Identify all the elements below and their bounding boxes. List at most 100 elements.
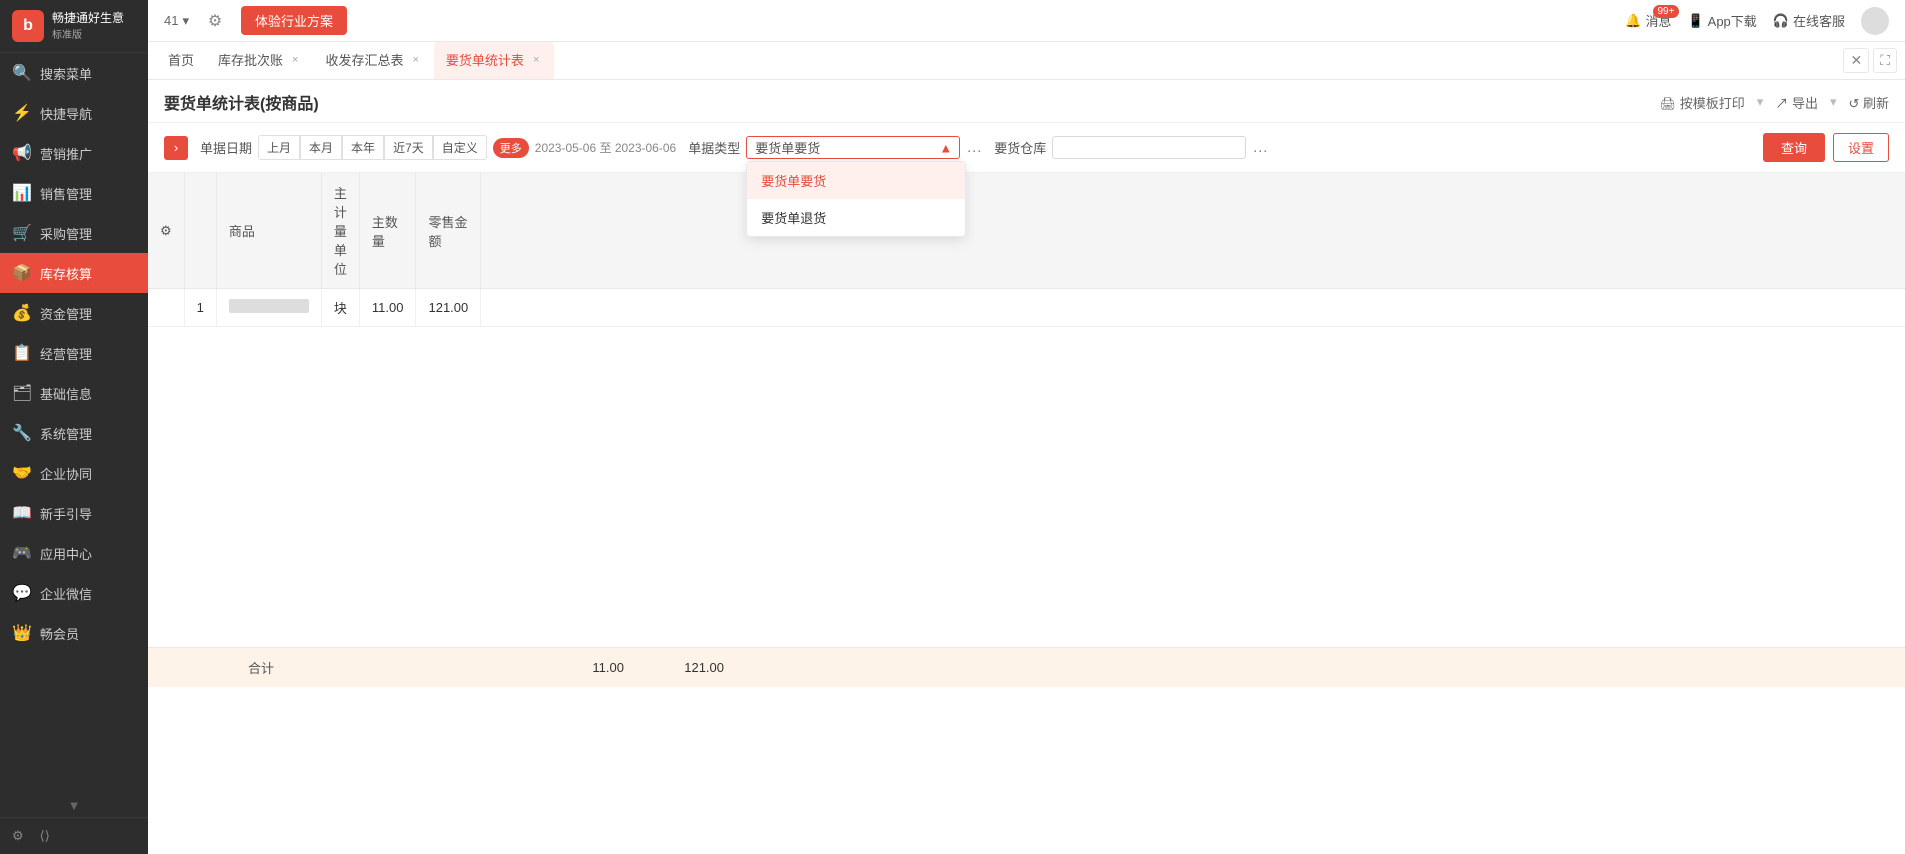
basic-icon: 🗂 — [12, 383, 32, 403]
date-filter-group: 单据日期 上月本月本年近7天自定义 更多 2023-05-06 至 2023-0… — [200, 135, 676, 160]
sidebar-item-appstore[interactable]: 🎮应用中心 — [0, 533, 148, 573]
sidebar-nav: 🔍搜索菜单 ⚡ 快捷导航 📢营销推广📊销售管理🛒采购管理 📦 库存核算 💰 资金管理 📋 经营管理… — [0, 53, 148, 794]
filter-settings-button[interactable]: 设置 — [1833, 133, 1889, 162]
doc-type-input[interactable] — [746, 136, 960, 159]
page-title-actions: 🖨 按模板打印▾↗ 导出▾↺ 刷新 — [1660, 93, 1889, 112]
enterprise-icon: 🤝 — [12, 463, 32, 483]
table-area: ⚙ 商品 主计量单位 主数量 零售金额 1 块 11.00 121.00 — [148, 173, 1905, 327]
tab-bar: 首页库存批次账×收发存汇总表×要货单统计表× ✕ ⛶ — [148, 42, 1905, 80]
tab-fullscreen-btn[interactable]: ⛶ — [1873, 48, 1897, 73]
date-btn-3[interactable]: 近7天 — [384, 135, 433, 160]
sidebar-bottom: ⚙ ⟨⟩ — [0, 817, 148, 854]
filter-expand-btn[interactable]: › — [164, 136, 188, 160]
avatar[interactable] — [1861, 7, 1889, 35]
top-header: 41 ▾ ⚙ 体验行业方案 🔔 消息 99+ 📱 App下载 🎧 在线客服 — [148, 0, 1905, 42]
inventory-icon: 📦 — [12, 263, 32, 283]
sidebar-item-guide[interactable]: 📖新手引导 — [0, 493, 148, 533]
date-more-tag[interactable]: 更多 — [493, 138, 529, 158]
sidebar-label-finance: 资金管理 — [40, 304, 92, 323]
sidebar-item-basic[interactable]: 🗂 基础信息 — [0, 373, 148, 413]
sidebar-item-finance[interactable]: 💰 资金管理 — [0, 293, 148, 333]
sidebar-item-wx[interactable]: 💬企业微信 — [0, 573, 148, 613]
appstore-icon: 🎮 — [12, 543, 32, 563]
app-brand: 畅捷通好生意 标准版 — [52, 11, 124, 42]
tab-close-2[interactable]: × — [409, 53, 421, 67]
filter-more-btn[interactable]: … — [966, 139, 982, 157]
date-btn-4[interactable]: 自定义 — [433, 135, 487, 160]
system-icon: 🔧 — [12, 423, 32, 443]
row-unit: 块 — [321, 289, 359, 327]
tab-close-all-btn[interactable]: ✕ — [1843, 48, 1869, 73]
page-title-bar: 要货单统计表(按商品) 🖨 按模板打印▾↗ 导出▾↺ 刷新 — [148, 80, 1905, 123]
date-btn-2[interactable]: 本年 — [342, 135, 384, 160]
notification-bell[interactable]: 🔔 消息 99+ — [1625, 11, 1671, 30]
table-header-row: ⚙ 商品 主计量单位 主数量 零售金额 — [148, 173, 1905, 289]
sidebar-item-enterprise[interactable]: 🤝企业协同 — [0, 453, 148, 493]
row-idx: 1 — [184, 289, 216, 327]
col-qty: 主数量 — [359, 173, 416, 289]
sidebar-item-marketing[interactable]: 📢营销推广 — [0, 133, 148, 173]
tab-close-1[interactable]: × — [289, 53, 301, 67]
date-btn-0[interactable]: 上月 — [258, 135, 300, 160]
marketing-icon: 📢 — [12, 143, 32, 163]
tab-close-3[interactable]: × — [530, 53, 542, 67]
store-selector[interactable]: 41 ▾ — [164, 13, 189, 29]
online-service-link[interactable]: 🎧 在线客服 — [1773, 11, 1845, 30]
action-sep: ▾ — [1757, 94, 1764, 110]
sidebar-label-basic: 基础信息 — [40, 384, 92, 403]
sidebar-item-system[interactable]: 🔧 系统管理 — [0, 413, 148, 453]
dropdown-option-0[interactable]: 要货单要货 — [747, 162, 965, 199]
sidebar-label-operation: 经营管理 — [40, 344, 92, 363]
title-action-2[interactable]: ↺ 刷新 — [1848, 93, 1889, 112]
sidebar-scroll-down[interactable]: ▼ — [0, 794, 148, 817]
sidebar-item-vip[interactable]: 👑畅会员 — [0, 613, 148, 653]
tab-label-1: 库存批次账 — [218, 50, 283, 69]
tab-1[interactable]: 库存批次账 × — [206, 42, 313, 79]
msg-badge: 99+ — [1653, 5, 1680, 18]
row-gear — [148, 289, 184, 327]
title-action-1[interactable]: ↗ 导出 — [1775, 93, 1818, 112]
sidebar-item-inventory[interactable]: 📦 库存核算 — [0, 253, 148, 293]
service-label: 在线客服 — [1793, 11, 1845, 30]
footer-label: 合计 — [236, 658, 436, 677]
title-action-0[interactable]: 🖨 按模板打印 — [1660, 93, 1745, 112]
sidebar-label-quick-nav: 快捷导航 — [40, 104, 92, 123]
tab-2[interactable]: 收发存汇总表× — [313, 42, 433, 79]
sidebar: b 畅捷通好生意 标准版 🔍搜索菜单 ⚡ 快捷导航 📢营销推广📊销售管理🛒采购管理 📦 库… — [0, 0, 148, 854]
date-btn-1[interactable]: 本月 — [300, 135, 342, 160]
brand-sub: 标准版 — [52, 26, 124, 41]
tab-3[interactable]: 要货单统计表× — [434, 42, 554, 79]
trial-button[interactable]: 体验行业方案 — [241, 6, 347, 35]
app-download-link[interactable]: 📱 App下载 — [1687, 11, 1756, 30]
sidebar-logo: b 畅捷通好生意 标准版 — [0, 0, 148, 53]
col-goods: 商品 — [216, 173, 321, 289]
purchase-icon: 🛒 — [12, 223, 32, 243]
settings-gear-btn[interactable]: ⚙ — [201, 7, 229, 35]
sales-icon: 📊 — [12, 183, 32, 203]
tab-0[interactable]: 首页 — [156, 42, 206, 79]
warehouse-more-btn[interactable]: … — [1252, 139, 1268, 157]
sidebar-label-system: 系统管理 — [40, 424, 92, 443]
sidebar-item-quick-nav[interactable]: ⚡ 快捷导航 — [0, 93, 148, 133]
page-inner: 要货单统计表(按商品) 🖨 按模板打印▾↗ 导出▾↺ 刷新 › 单据日期 上月本… — [148, 80, 1905, 854]
sidebar-item-purchase[interactable]: 🛒采购管理 — [0, 213, 148, 253]
doc-type-label: 单据类型 — [688, 138, 740, 157]
operation-icon: 📋 — [12, 343, 32, 363]
main-area: 41 ▾ ⚙ 体验行业方案 🔔 消息 99+ 📱 App下载 🎧 在线客服 — [148, 0, 1905, 854]
finance-icon: 💰 — [12, 303, 32, 323]
doc-type-filter-group: 单据类型 ▲ 要货单要货要货单退货 … — [688, 136, 982, 159]
guide-icon: 📖 — [12, 503, 32, 523]
doc-type-dropdown: 要货单要货要货单退货 — [746, 161, 966, 237]
sidebar-item-sales[interactable]: 📊销售管理 — [0, 173, 148, 213]
query-button[interactable]: 查询 — [1763, 133, 1825, 162]
sidebar-settings-btn[interactable]: ⚙ — [12, 828, 24, 844]
dropdown-option-1[interactable]: 要货单退货 — [747, 199, 965, 236]
sidebar-label-inventory: 库存核算 — [40, 264, 92, 283]
sidebar-item-search[interactable]: 🔍搜索菜单 — [0, 53, 148, 93]
sidebar-collapse-btn[interactable]: ⟨⟩ — [40, 828, 50, 844]
sidebar-item-operation[interactable]: 📋 经营管理 — [0, 333, 148, 373]
warehouse-input[interactable] — [1052, 136, 1246, 159]
page-title: 要货单统计表(按商品) — [164, 90, 319, 114]
quick-nav-icon: ⚡ — [12, 103, 32, 123]
table-settings-col[interactable]: ⚙ — [148, 173, 184, 289]
